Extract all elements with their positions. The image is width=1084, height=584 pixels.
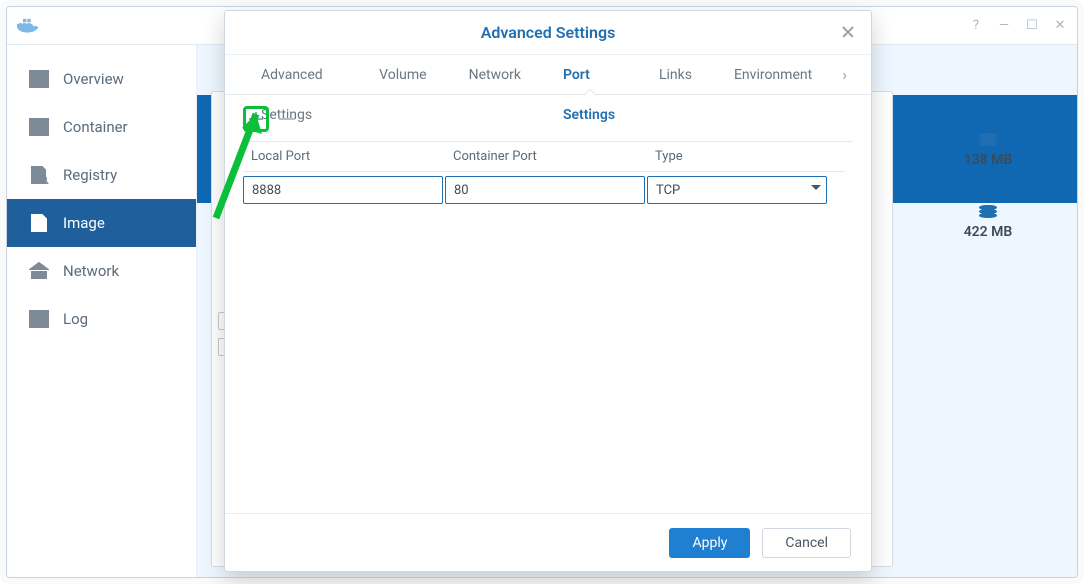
col-local-port: Local Port: [243, 142, 445, 172]
add-row-button[interactable]: [243, 106, 269, 132]
help-icon[interactable]: ?: [969, 19, 983, 33]
type-value[interactable]: [647, 176, 827, 204]
close-window-icon[interactable]: ✕: [1053, 19, 1067, 33]
col-type: Type: [647, 142, 829, 172]
dialog-tabs: Advanced Settings Volume Network Port Se…: [225, 55, 871, 95]
cancel-button[interactable]: Cancel: [762, 528, 851, 558]
chevron-down-icon: [811, 185, 821, 195]
sidebar-item-label: Log: [63, 310, 88, 328]
tab-network[interactable]: Network: [451, 55, 539, 95]
dialog-body: Local Port Container Port Type: [225, 95, 871, 513]
sidebar-item-image[interactable]: Image: [7, 199, 196, 247]
container-port-input[interactable]: [445, 176, 645, 204]
tab-environment[interactable]: Environment: [716, 55, 830, 95]
window-controls: ? — ☐ ✕: [969, 19, 1067, 33]
tab-volume[interactable]: Volume: [361, 55, 444, 95]
sidebar-item-label: Image: [63, 214, 105, 232]
port-row: [243, 172, 853, 208]
col-container-port: Container Port: [445, 142, 647, 172]
size-column: 138 MB 422 MB: [913, 115, 1063, 259]
log-icon: [29, 310, 49, 328]
sidebar-item-label: Network: [63, 262, 119, 280]
minimize-icon[interactable]: —: [997, 19, 1011, 33]
sidebar-item-registry[interactable]: Registry: [7, 151, 196, 199]
image-icon: [29, 214, 49, 232]
maximize-icon[interactable]: ☐: [1025, 19, 1039, 33]
overview-icon: [29, 70, 49, 88]
registry-icon: [29, 166, 49, 184]
disk-icon: [979, 134, 997, 146]
apply-button[interactable]: Apply: [669, 528, 750, 558]
sidebar-item-container[interactable]: Container: [7, 103, 196, 151]
size-value: 422 MB: [964, 224, 1013, 240]
sidebar-item-log[interactable]: Log: [7, 295, 196, 343]
local-port-input[interactable]: [243, 176, 443, 204]
tab-links[interactable]: Links: [641, 55, 710, 95]
dialog-header: Advanced Settings: [225, 11, 871, 55]
dialog-footer: Apply Cancel: [225, 513, 871, 571]
size-cell: 422 MB: [913, 187, 1063, 259]
sidebar-item-network[interactable]: Network: [7, 247, 196, 295]
network-icon: [29, 262, 49, 280]
close-icon[interactable]: [839, 23, 857, 41]
tab-advanced-settings[interactable]: Advanced Settings: [243, 55, 355, 95]
sidebar-item-overview[interactable]: Overview: [7, 55, 196, 103]
advanced-settings-dialog: Advanced Settings Advanced Settings Volu…: [224, 10, 872, 572]
docker-logo-icon: [17, 18, 41, 34]
disk-icon: [979, 206, 997, 218]
sidebar-item-label: Registry: [63, 166, 117, 184]
tab-scroll-right-icon[interactable]: ›: [836, 65, 853, 84]
sidebar-item-label: Container: [63, 118, 128, 136]
size-cell: 138 MB: [913, 115, 1063, 187]
sidebar: Overview Container Registry Image Networ…: [7, 45, 197, 577]
tab-port-settings[interactable]: Port Settings: [545, 55, 635, 95]
container-icon: [29, 118, 49, 136]
size-value: 138 MB: [964, 152, 1013, 168]
type-select[interactable]: [647, 175, 829, 205]
dialog-title: Advanced Settings: [481, 23, 616, 42]
port-table: Local Port Container Port Type: [243, 141, 853, 208]
remove-row-button[interactable]: [279, 118, 295, 120]
sidebar-item-label: Overview: [63, 70, 124, 88]
